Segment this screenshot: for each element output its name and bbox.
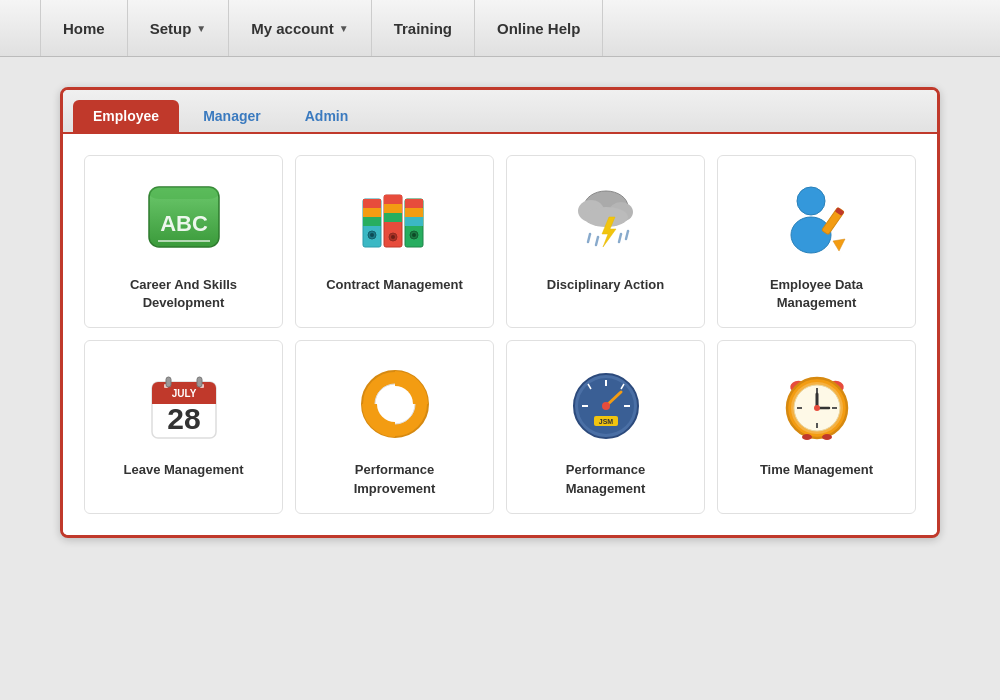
svg-text:28: 28 xyxy=(167,402,200,435)
module-timemgmt-label: Time Management xyxy=(760,461,873,479)
svg-point-73 xyxy=(822,434,832,440)
icon-container-disciplinary xyxy=(561,174,651,264)
module-employeedata-label: Employee DataManagement xyxy=(770,276,863,312)
employee-icon xyxy=(777,179,857,259)
content-card: Employee Manager Admin xyxy=(60,87,940,538)
module-perfmgmt-label: PerformanceManagement xyxy=(566,461,645,497)
module-timemgmt[interactable]: Time Management xyxy=(717,340,916,513)
module-disciplinary-label: Disciplinary Action xyxy=(547,276,664,294)
svg-rect-43 xyxy=(166,377,171,387)
tab-bar: Employee Manager Admin xyxy=(63,90,937,134)
svg-rect-18 xyxy=(405,208,423,217)
icon-container-contract xyxy=(350,174,440,264)
module-disciplinary[interactable]: Disciplinary Action xyxy=(506,155,705,328)
module-leave-label: Leave Management xyxy=(124,461,244,479)
icon-container-timemgmt xyxy=(772,359,862,449)
icon-container-employeedata xyxy=(772,174,862,264)
nav-home-label: Home xyxy=(63,20,105,37)
icon-container-career: ABC xyxy=(139,174,229,264)
module-employeedata[interactable]: Employee DataManagement xyxy=(717,155,916,328)
icon-container-leave: JULY 28 xyxy=(139,359,229,449)
svg-text:ABC: ABC xyxy=(160,211,208,236)
nav-myaccount-label: My account xyxy=(251,20,334,37)
tab-employee[interactable]: Employee xyxy=(73,100,179,132)
module-contract-label: Contract Management xyxy=(326,276,463,294)
svg-point-57 xyxy=(602,402,610,410)
svg-point-31 xyxy=(797,187,825,215)
module-perfimprove[interactable]: PerformanceImprovement xyxy=(295,340,494,513)
abc-icon: ABC xyxy=(144,179,224,259)
svg-rect-7 xyxy=(363,217,381,226)
svg-rect-13 xyxy=(384,213,402,222)
svg-line-28 xyxy=(596,237,598,245)
svg-rect-44 xyxy=(197,377,202,387)
nav-setup[interactable]: Setup ▼ xyxy=(128,0,230,56)
svg-rect-19 xyxy=(405,217,423,226)
svg-line-29 xyxy=(619,234,621,242)
svg-rect-5 xyxy=(363,199,381,208)
svg-rect-6 xyxy=(363,208,381,217)
svg-rect-1 xyxy=(149,187,219,199)
nav-setup-arrow: ▼ xyxy=(196,23,206,34)
tab-admin[interactable]: Admin xyxy=(285,100,369,132)
module-leave[interactable]: JULY 28 Leave Management xyxy=(84,340,283,513)
svg-rect-17 xyxy=(405,199,423,208)
svg-rect-11 xyxy=(384,195,402,204)
svg-text:JULY: JULY xyxy=(171,388,196,399)
icon-container-perfmgmt: JSM xyxy=(561,359,651,449)
svg-point-72 xyxy=(802,434,812,440)
svg-point-32 xyxy=(791,217,831,253)
lifebuoy-icon xyxy=(355,364,435,444)
module-career[interactable]: ABC Career And SkillsDevelopment xyxy=(84,155,283,328)
icon-container-perfimprove xyxy=(350,359,440,449)
nav-training-label: Training xyxy=(394,20,452,37)
top-navigation: Home Setup ▼ My account ▼ Training Onlin… xyxy=(0,0,1000,57)
module-perfmgmt[interactable]: JSM PerformanceManagement xyxy=(506,340,705,513)
storm-icon xyxy=(566,179,646,259)
svg-point-71 xyxy=(814,405,820,411)
svg-text:JSM: JSM xyxy=(598,418,613,425)
svg-line-30 xyxy=(626,231,628,239)
nav-myaccount[interactable]: My account ▼ xyxy=(229,0,371,56)
nav-myaccount-arrow: ▼ xyxy=(339,23,349,34)
svg-point-9 xyxy=(370,233,374,237)
svg-point-15 xyxy=(391,235,395,239)
svg-point-48 xyxy=(377,386,413,422)
nav-training[interactable]: Training xyxy=(372,0,475,56)
main-area: Employee Manager Admin xyxy=(0,57,1000,700)
svg-line-27 xyxy=(588,234,590,242)
svg-marker-34 xyxy=(833,239,845,251)
nav-onlinehelp[interactable]: Online Help xyxy=(475,0,603,56)
nav-home[interactable]: Home xyxy=(40,0,128,56)
speedometer-icon: JSM xyxy=(566,364,646,444)
svg-point-21 xyxy=(412,233,416,237)
nav-onlinehelp-label: Online Help xyxy=(497,20,580,37)
clock-icon xyxy=(777,364,857,444)
binders-icon xyxy=(355,179,435,259)
nav-setup-label: Setup xyxy=(150,20,192,37)
calendar-icon: JULY 28 xyxy=(144,364,224,444)
module-perfimprove-label: PerformanceImprovement xyxy=(354,461,436,497)
svg-rect-12 xyxy=(384,204,402,213)
module-contract[interactable]: Contract Management xyxy=(295,155,494,328)
module-career-label: Career And SkillsDevelopment xyxy=(130,276,237,312)
tab-manager[interactable]: Manager xyxy=(183,100,281,132)
module-grid: ABC Career And SkillsDevelopment xyxy=(63,134,937,535)
